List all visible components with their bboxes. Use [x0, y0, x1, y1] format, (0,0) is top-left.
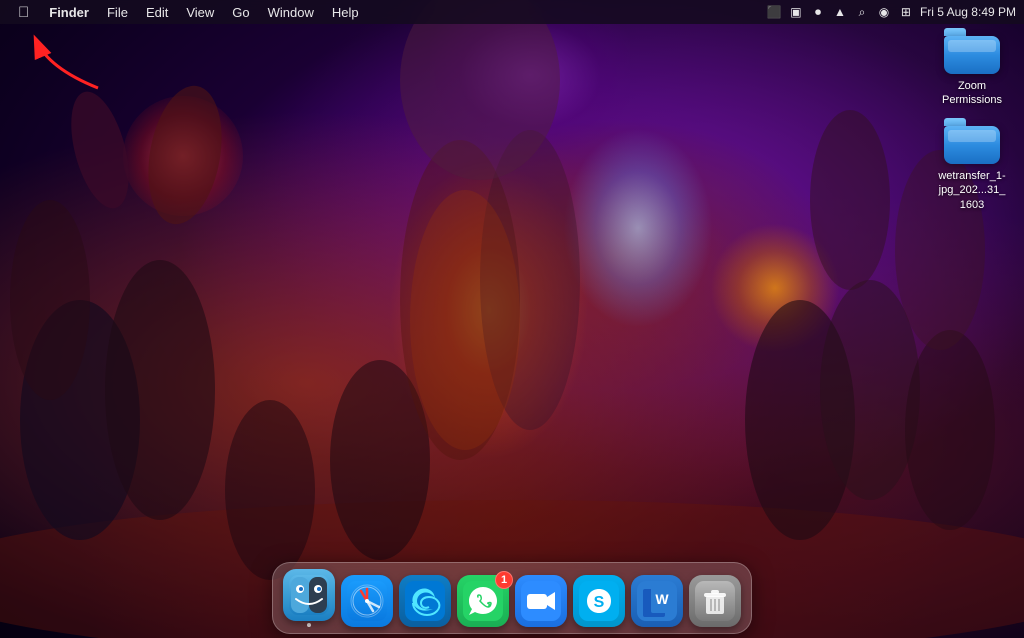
- screen-record-icon[interactable]: ⏺: [810, 4, 826, 20]
- desktop:  Finder File Edit View Go Window Help ⬛…: [0, 0, 1024, 638]
- dock-item-trash[interactable]: [689, 575, 741, 627]
- wetransfer-folder-icon: [944, 118, 1000, 164]
- whatsapp-icon: 1: [457, 575, 509, 627]
- zoom-permissions-folder-icon: [944, 28, 1000, 74]
- menu-right: ⬛ ▣ ⏺ ▲ ⌕ ◉ ⊞ Fri 5 Aug 8:49 PM: [766, 4, 1016, 20]
- edge-icon: [399, 575, 451, 627]
- desktop-icon-wetransfer[interactable]: wetransfer_1-jpg_202...31_1603: [932, 118, 1012, 213]
- menubar:  Finder File Edit View Go Window Help ⬛…: [0, 0, 1024, 24]
- finder-dot: [307, 623, 311, 627]
- menu-finder[interactable]: Finder: [41, 0, 97, 24]
- center-glow: [389, 160, 589, 460]
- word-icon: W: [631, 575, 683, 627]
- dock-item-whatsapp[interactable]: 1: [457, 575, 509, 627]
- thor-glow: [563, 128, 713, 328]
- skype-icon: S: [573, 575, 625, 627]
- wetransfer-label: wetransfer_1-jpg_202...31_1603: [932, 168, 1012, 213]
- dock-item-skype[interactable]: S: [573, 575, 625, 627]
- whatsapp-badge: 1: [495, 571, 513, 589]
- spotlight-icon[interactable]: ⌕: [854, 4, 870, 20]
- menu-edit[interactable]: Edit: [138, 0, 176, 24]
- arrow-indicator: [28, 28, 108, 103]
- strange-glow: [710, 223, 840, 353]
- trash-icon: [689, 575, 741, 627]
- menu-go[interactable]: Go: [224, 0, 257, 24]
- datetime: Fri 5 Aug 8:49 PM: [920, 5, 1016, 19]
- zoom-permissions-label: Zoom Permissions: [932, 78, 1012, 109]
- dock-item-finder[interactable]: [283, 569, 335, 627]
- apple-menu[interactable]: : [8, 0, 39, 24]
- finder-icon: [283, 569, 335, 621]
- svg-text:S: S: [594, 594, 605, 611]
- svg-text:W: W: [655, 591, 669, 607]
- menu-file[interactable]: File: [99, 0, 136, 24]
- desktop-icon-zoom-permissions[interactable]: Zoom Permissions: [932, 28, 1012, 109]
- menu-view[interactable]: View: [178, 0, 222, 24]
- zoom-icon: [515, 575, 567, 627]
- menu-left:  Finder File Edit View Go Window Help: [8, 0, 367, 24]
- siri-icon[interactable]: ◉: [876, 4, 892, 20]
- mission-control-icon[interactable]: ▣: [788, 4, 804, 20]
- wifi-icon[interactable]: ▲: [832, 4, 848, 20]
- display-icon[interactable]: ⬛: [766, 4, 782, 20]
- dock: 1 S: [272, 562, 752, 634]
- dock-item-word[interactable]: W: [631, 575, 683, 627]
- safari-icon: [341, 575, 393, 627]
- dock-item-safari[interactable]: [341, 575, 393, 627]
- control-center-icon[interactable]: ⊞: [898, 4, 914, 20]
- dock-item-edge[interactable]: [399, 575, 451, 627]
- dock-item-zoom[interactable]: [515, 575, 567, 627]
- witch-glow: [123, 96, 243, 216]
- menu-window[interactable]: Window: [260, 0, 322, 24]
- menu-help[interactable]: Help: [324, 0, 367, 24]
